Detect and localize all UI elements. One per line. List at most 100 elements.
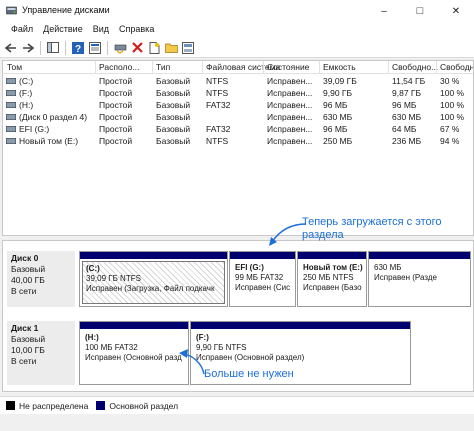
volume-capacity: 96 МБ	[323, 124, 348, 134]
volume-layout: Простой	[99, 100, 133, 110]
forward-button[interactable]	[21, 41, 35, 55]
column-header-capacity[interactable]: Емкость	[323, 62, 356, 72]
volume-layout: Простой	[99, 136, 133, 146]
volume-row[interactable]: (H:) Простой Базовый FAT32 Исправен... 9…	[3, 99, 473, 111]
legend-primary-partition: Основной раздел	[96, 401, 178, 411]
toolbar-separator	[65, 40, 66, 55]
legend-primary-swatch	[96, 401, 106, 410]
partition-status: Исправен (Основной разд	[85, 353, 182, 362]
console-tree-button[interactable]	[46, 41, 60, 55]
volume-status: Исправен...	[267, 100, 313, 110]
minimize-button[interactable]: –	[366, 0, 402, 22]
toolbar: ?	[0, 38, 474, 58]
volume-capacity: 250 МБ	[323, 136, 353, 146]
title-bar[interactable]: Управление дисками – □ ✕	[0, 0, 474, 22]
volume-type: Базовый	[156, 136, 191, 146]
volume-free-space: 9,87 ГБ	[392, 88, 422, 98]
partition-status: Исправен (Основной раздел)	[196, 353, 305, 362]
annotation-arrow-icon	[179, 349, 205, 375]
help-button[interactable]: ?	[71, 41, 85, 55]
partition-size-fs: 9,90 ГБ NTFS	[196, 343, 247, 352]
partition-h[interactable]: (H:) 100 МБ FAT32 Исправен (Основной раз…	[79, 321, 189, 385]
volume-row[interactable]: (F:) Простой Базовый NTFS Исправен... 9,…	[3, 87, 473, 99]
partition-size-fs: 250 МБ NTFS	[303, 273, 354, 282]
volume-free-space: 236 МБ	[392, 136, 422, 146]
format-button[interactable]	[181, 41, 195, 55]
volume-name: (H:)	[19, 100, 34, 110]
column-divider	[95, 61, 96, 74]
new-volume-button[interactable]	[147, 41, 161, 55]
volume-row[interactable]: EFI (G:) Простой Базовый FAT32 Исправен.…	[3, 123, 473, 135]
column-divider	[263, 61, 264, 74]
volume-filesystem: NTFS	[206, 88, 229, 98]
volume-filesystem: FAT32	[206, 100, 231, 110]
column-header-status[interactable]: Состояние	[267, 62, 309, 72]
volume-layout: Простой	[99, 124, 133, 134]
menu-file[interactable]: Файл	[6, 22, 38, 38]
disk-0-label[interactable]: Диск 0 Базовый 40,00 ГБ В сети	[7, 251, 75, 307]
column-header-free-percent[interactable]: Свободно %	[440, 62, 473, 72]
volume-free-percent: 100 %	[440, 88, 465, 98]
volume-free-space: 11,54 ГБ	[392, 76, 426, 86]
volume-layout: Простой	[99, 76, 133, 86]
legend-unallocated-swatch	[6, 401, 15, 410]
partition-c[interactable]: (C:) 39,09 ГБ NTFS Исправен (Загрузка, Ф…	[79, 251, 228, 307]
column-header-layout[interactable]: Располо...	[99, 62, 139, 72]
volume-type: Базовый	[156, 76, 191, 86]
volume-row[interactable]: (Диск 0 раздел 4) Простой Базовый Исправ…	[3, 111, 473, 123]
volume-status: Исправен...	[267, 76, 313, 86]
volume-list[interactable]: Том Располо... Тип Файловая система Сост…	[2, 60, 474, 236]
column-header-volume[interactable]: Том	[7, 62, 22, 72]
primary-partition-stripe	[230, 252, 295, 259]
partition-disk0-part4[interactable]: 630 МБ Исправен (Разде	[368, 251, 471, 307]
partition-name: Новый том (E:)	[303, 263, 363, 272]
disk-management-window: Управление дисками – □ ✕ Файл Действие В…	[0, 0, 474, 431]
menu-view[interactable]: Вид	[88, 22, 114, 38]
partition-status: Исправен (Базо	[303, 283, 362, 292]
svg-text:?: ?	[75, 44, 81, 54]
partition-efi-g[interactable]: EFI (G:) 99 МБ FAT32 Исправен (Сис	[229, 251, 296, 307]
volume-row[interactable]: Новый том (E:) Простой Базовый NTFS Испр…	[3, 135, 473, 147]
connect-button[interactable]	[113, 41, 127, 55]
volume-row[interactable]: (C:) Простой Базовый NTFS Исправен... 39…	[3, 75, 473, 87]
toolbar-separator	[40, 40, 41, 55]
properties-icon	[89, 41, 101, 54]
volume-free-space: 64 МБ	[392, 124, 417, 134]
toolbar-separator	[107, 40, 108, 55]
partition-name: EFI (G:)	[235, 263, 264, 272]
partition-size-fs: 630 МБ	[374, 263, 402, 272]
volume-name: (C:)	[19, 76, 34, 86]
column-header-type[interactable]: Тип	[156, 62, 170, 72]
volume-type: Базовый	[156, 124, 191, 134]
partition-status: Исправен (Разде	[374, 273, 437, 282]
volume-free-percent: 67 %	[440, 124, 460, 134]
window-title: Управление дисками	[22, 5, 110, 15]
minimize-icon: –	[381, 5, 387, 17]
maximize-button[interactable]: □	[402, 0, 438, 22]
partition-size-fs: 39,09 ГБ NTFS	[86, 274, 141, 283]
new-volume-icon	[149, 41, 159, 54]
disk-type: Базовый	[11, 334, 46, 344]
delete-button[interactable]	[130, 41, 144, 55]
column-header-free-space[interactable]: Свободно...	[392, 62, 438, 72]
folder-button[interactable]	[164, 41, 178, 55]
disk-size: 10,00 ГБ	[11, 345, 45, 355]
disk-management-app-icon	[6, 6, 17, 15]
volume-capacity: 630 МБ	[323, 112, 353, 122]
disk-type: Базовый	[11, 264, 46, 274]
help-icon: ?	[72, 41, 84, 54]
annotation-line: раздела	[302, 229, 344, 241]
back-button[interactable]	[4, 41, 18, 55]
disk-name: Диск 1	[11, 323, 39, 333]
disk-1-label[interactable]: Диск 1 Базовый 10,00 ГБ В сети	[7, 321, 75, 385]
menu-help[interactable]: Справка	[114, 22, 159, 38]
partition-new-volume-e[interactable]: Новый том (E:) 250 МБ NTFS Исправен (Баз…	[297, 251, 367, 307]
volume-icon	[6, 114, 16, 120]
properties-button[interactable]	[88, 41, 102, 55]
menu-action[interactable]: Действие	[38, 22, 88, 38]
close-button[interactable]: ✕	[438, 0, 474, 22]
volume-status: Исправен...	[267, 88, 313, 98]
partition-size-fs: 99 МБ FAT32	[235, 273, 284, 282]
annotation-arrow-icon	[269, 223, 307, 246]
volume-type: Базовый	[156, 112, 191, 122]
